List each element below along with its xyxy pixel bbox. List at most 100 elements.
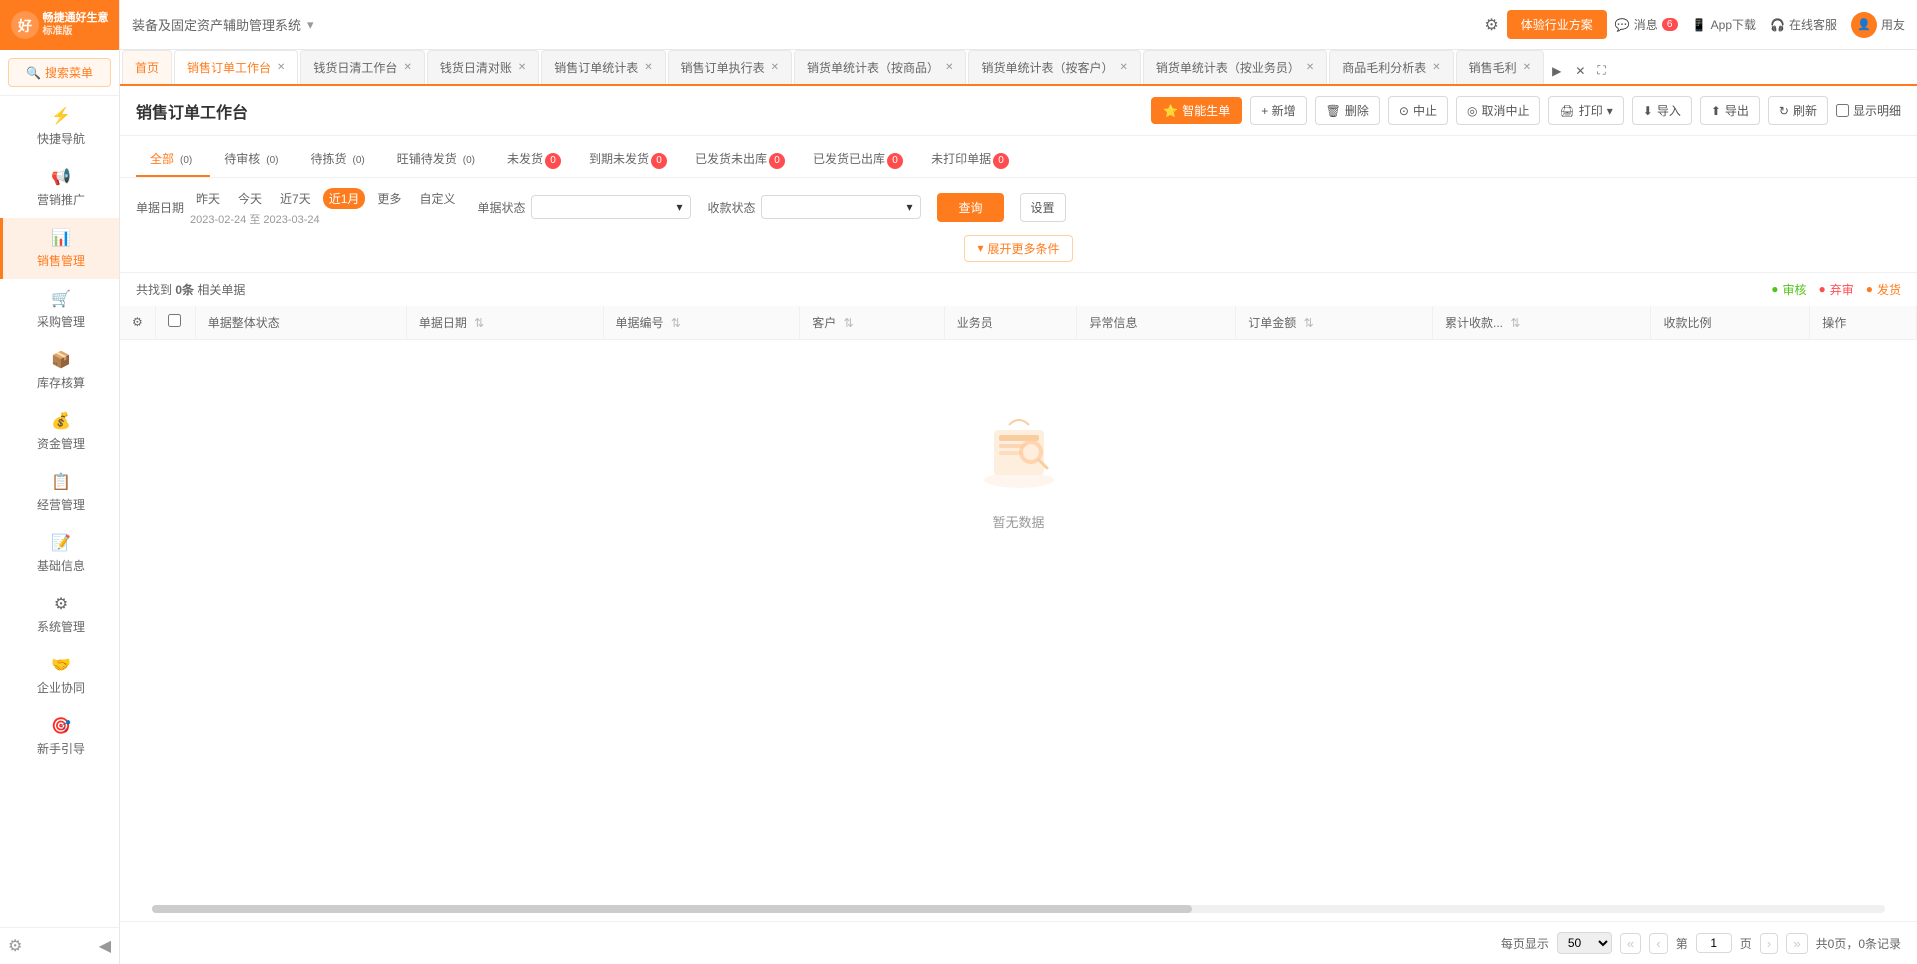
date-btn-today[interactable]: 今天: [232, 188, 268, 209]
online-service-btn[interactable]: 🎧 在线客服: [1770, 16, 1837, 33]
tab-sales-stat[interactable]: 销售订单统计表 ✕: [541, 50, 665, 84]
tabbar-close-all-btn[interactable]: ✕: [1569, 58, 1591, 84]
tab-cash-daily-close[interactable]: ✕: [403, 62, 411, 73]
tab-sales-stat-product-close[interactable]: ✕: [945, 62, 953, 73]
search-menu-button[interactable]: 🔍 搜索菜单: [8, 58, 111, 87]
tab-sales-profit[interactable]: 商品毛利分析表 ✕: [1329, 50, 1453, 84]
tab-sales-stat-customer[interactable]: 销货单统计表（按客户） ✕: [968, 50, 1140, 84]
subtab-shipped-out[interactable]: 已发货已出库0: [799, 144, 917, 177]
tab-sales-stat-staff-close[interactable]: ✕: [1306, 62, 1314, 73]
settings-bottom-btn[interactable]: ⚙: [8, 936, 22, 956]
tab-sales-workbench-close[interactable]: ✕: [277, 62, 285, 73]
topbar-gear-icon[interactable]: ⚙: [1484, 15, 1498, 35]
tab-sales-more[interactable]: 销售毛利 ✕: [1456, 50, 1544, 84]
export-btn[interactable]: ⬆ 导出: [1700, 96, 1760, 125]
date-sort-icon[interactable]: ⇅: [474, 316, 484, 330]
print-btn[interactable]: 🖨 打印 ▾: [1548, 96, 1623, 125]
tab-sales-exec-close[interactable]: ✕: [771, 62, 779, 73]
subtab-pending-review[interactable]: 待审核(0): [210, 144, 296, 177]
tab-sales-workbench[interactable]: 销售订单工作台 ✕: [174, 50, 298, 86]
tab-sales-profit-close[interactable]: ✕: [1432, 62, 1440, 73]
next-page-btn[interactable]: ›: [1760, 933, 1778, 954]
show-detail-input[interactable]: [1836, 104, 1849, 117]
subtab-not-shipped[interactable]: 未发货0: [493, 144, 575, 177]
smart-create-btn[interactable]: ⭐ 智能生单: [1151, 97, 1242, 124]
number-sort-icon[interactable]: ⇅: [671, 316, 681, 330]
settings-filter-btn[interactable]: 设置: [1020, 193, 1066, 222]
message-badge: 6: [1662, 18, 1678, 31]
page-suffix: 页: [1740, 935, 1752, 952]
tabbar-fullscreen-btn[interactable]: ⛶: [1591, 57, 1611, 84]
review-action-btn[interactable]: ● 审核: [1771, 281, 1806, 298]
ship-action-btn[interactable]: ● 发货: [1866, 281, 1901, 298]
sidebar-item-guide[interactable]: 🎯 新手引导: [0, 706, 119, 767]
col-settings[interactable]: ⚙: [120, 306, 155, 340]
subtab-overdue-not-shipped[interactable]: 到期未发货0: [575, 144, 681, 177]
col-checkbox[interactable]: [155, 306, 195, 340]
tab-sales-stat-customer-label: 销货单统计表（按客户）: [981, 59, 1113, 76]
subtab-wangpu-pending[interactable]: 旺铺待发货(0): [383, 144, 493, 177]
subtab-all[interactable]: 全部(0): [136, 144, 210, 177]
message-btn[interactable]: 💬 消息 6: [1615, 16, 1678, 33]
date-btn-more[interactable]: 更多: [371, 188, 407, 209]
tabbar-more-btn[interactable]: ▶: [1544, 58, 1569, 84]
first-page-btn[interactable]: «: [1620, 933, 1641, 954]
subtab-shipped-not-out[interactable]: 已发货未出库0: [681, 144, 799, 177]
horizontal-scrollbar[interactable]: [152, 905, 1885, 913]
cancel-suspend-btn[interactable]: ◎ 取消中止: [1456, 96, 1541, 125]
sidebar-item-purchase[interactable]: 🛒 采购管理: [0, 279, 119, 340]
suspend-btn[interactable]: ⊙ 中止: [1388, 96, 1448, 125]
delete-btn[interactable]: 🗑 删除: [1315, 96, 1380, 125]
date-btn-1month[interactable]: 近1月: [323, 188, 366, 209]
tab-cash-reconcile[interactable]: 钱货日清对账 ✕: [427, 50, 539, 84]
prev-page-btn[interactable]: ‹: [1649, 933, 1667, 954]
page-input[interactable]: [1696, 933, 1732, 953]
refresh-btn[interactable]: ↻ 刷新: [1768, 96, 1828, 125]
select-all-checkbox[interactable]: [168, 314, 181, 327]
show-detail-checkbox[interactable]: 显示明细: [1836, 102, 1901, 119]
collapse-sidebar-btn[interactable]: ◀: [99, 936, 111, 956]
tab-sales-stat-staff[interactable]: 销货单统计表（按业务员） ✕: [1143, 50, 1327, 84]
sidebar-item-sales[interactable]: 📊 销售管理: [0, 218, 119, 279]
sidebar-item-finance[interactable]: 💰 资金管理: [0, 401, 119, 462]
tab-sales-more-close[interactable]: ✕: [1523, 62, 1531, 73]
tab-sales-exec[interactable]: 销售订单执行表 ✕: [668, 50, 792, 84]
app-download-btn[interactable]: 📱 App下载: [1692, 16, 1756, 33]
last-page-btn[interactable]: »: [1786, 933, 1807, 954]
query-btn[interactable]: 查询: [937, 193, 1003, 222]
sidebar-item-cooperation[interactable]: 🤝 企业协同: [0, 645, 119, 706]
sidebar-item-marketing[interactable]: 📢 营销推广: [0, 157, 119, 218]
app-version: 标准版: [43, 26, 109, 38]
subtab-pending-inspect[interactable]: 待拣货(0): [297, 144, 383, 177]
tab-cash-reconcile-close[interactable]: ✕: [518, 62, 526, 73]
date-btn-7days[interactable]: 近7天: [274, 188, 317, 209]
tab-cash-daily[interactable]: 钱货日清工作台 ✕: [300, 50, 424, 84]
tab-sales-stat-product[interactable]: 销货单统计表（按商品） ✕: [794, 50, 966, 84]
filter-payment-select[interactable]: ▾: [761, 195, 921, 219]
per-page-select[interactable]: 10 20 50 100: [1557, 932, 1612, 954]
sidebar-item-base-info[interactable]: 📝 基础信息: [0, 523, 119, 584]
filter-status-select[interactable]: ▾: [531, 195, 691, 219]
review-icon: ●: [1771, 282, 1778, 296]
subtab-not-printed[interactable]: 未打印单据0: [917, 144, 1023, 177]
cancel-review-action-btn[interactable]: ● 弃审: [1818, 281, 1853, 298]
tab-sales-stat-customer-close[interactable]: ✕: [1119, 62, 1127, 73]
expand-filter-btn[interactable]: ▾ 展开更多条件: [964, 235, 1072, 262]
sidebar-item-quick-nav[interactable]: ⚡ 快捷导航: [0, 96, 119, 157]
collected-sort-icon[interactable]: ⇅: [1510, 316, 1520, 330]
customer-sort-icon[interactable]: ⇅: [844, 316, 854, 330]
solution-button[interactable]: 体验行业方案: [1507, 10, 1607, 39]
sidebar-item-inventory[interactable]: 📦 库存核算: [0, 340, 119, 401]
add-btn[interactable]: + 新增: [1250, 96, 1306, 125]
date-btn-custom[interactable]: 自定义: [413, 188, 461, 209]
tab-home[interactable]: 首页: [122, 50, 172, 84]
system-title-dropdown[interactable]: ▾: [307, 17, 314, 33]
user-menu-btn[interactable]: 👤 用友: [1851, 12, 1905, 38]
sidebar-item-system[interactable]: ⚙ 系统管理: [0, 584, 119, 645]
amount-sort-icon[interactable]: ⇅: [1304, 316, 1314, 330]
sidebar-item-operations[interactable]: 📋 经营管理: [0, 462, 119, 523]
import-btn[interactable]: ⬇ 导入: [1632, 96, 1692, 125]
date-btn-yesterday[interactable]: 昨天: [190, 188, 226, 209]
tab-sales-stat-close[interactable]: ✕: [644, 62, 652, 73]
scrollbar-thumb[interactable]: [152, 905, 1192, 913]
